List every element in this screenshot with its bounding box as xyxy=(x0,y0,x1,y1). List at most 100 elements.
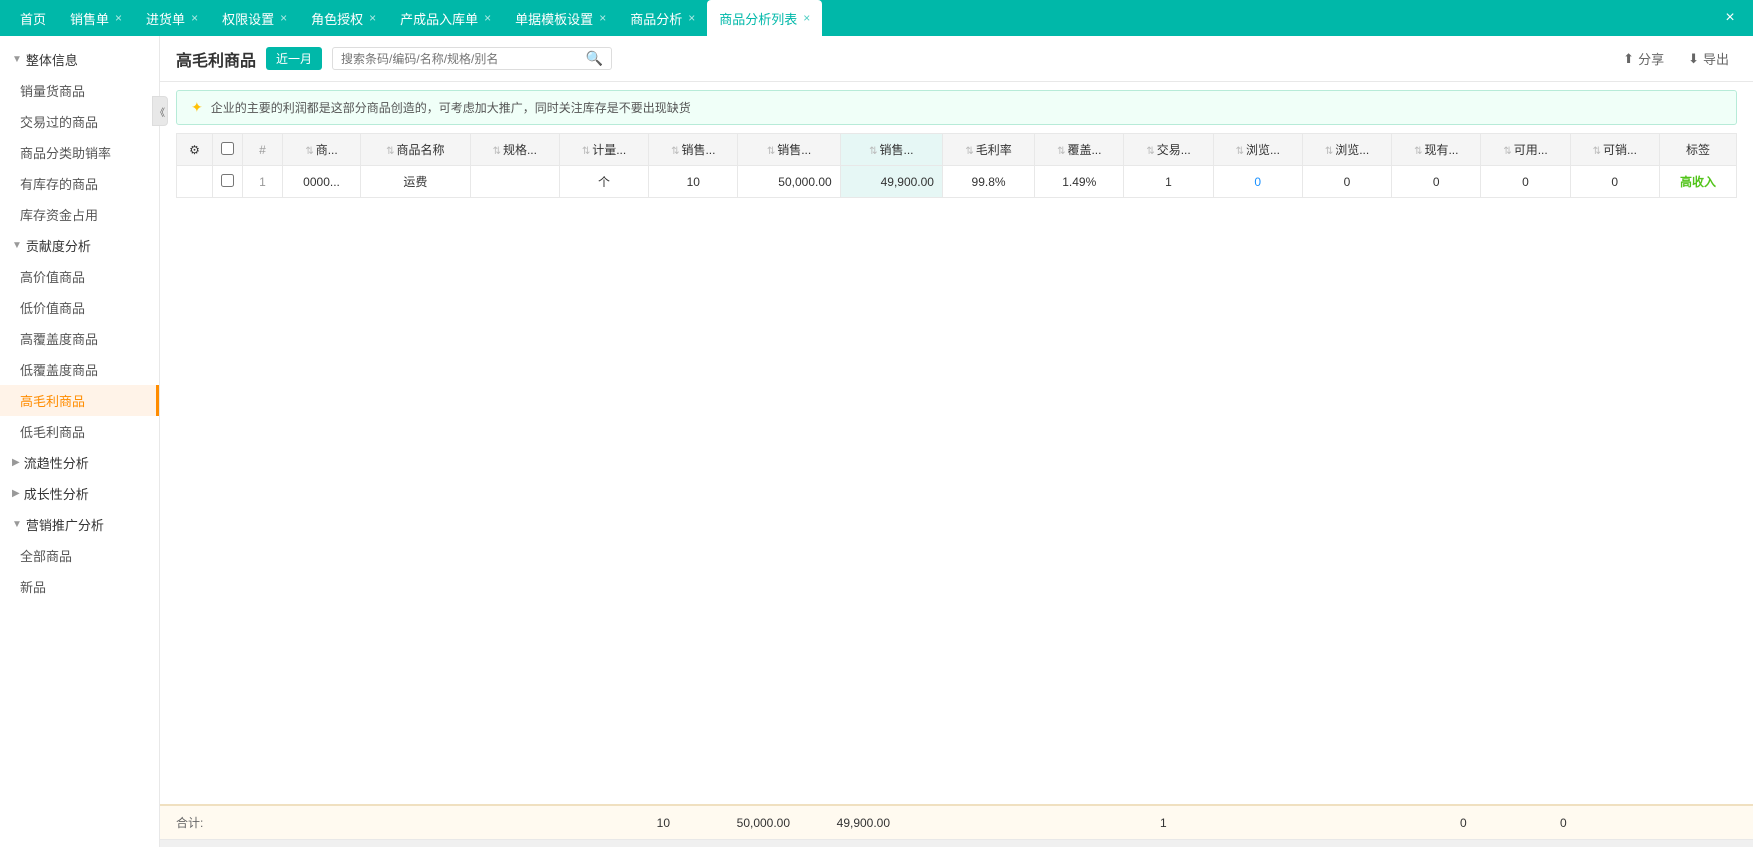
nav-role[interactable]: 角色授权 × xyxy=(299,0,388,36)
close-product-tab[interactable]: × xyxy=(484,11,491,25)
row-num: 1 xyxy=(243,166,283,198)
sidebar-item-high-margin[interactable]: 高毛利商品 xyxy=(0,385,159,416)
col-header-sales1[interactable]: ⇅销售... xyxy=(649,134,738,166)
data-table: ⚙ # ⇅商... ⇅商品名称 ⇅规格... ⇅计量... ⇅销售... ⇅销售… xyxy=(176,133,1737,198)
nav-template[interactable]: 单据模板设置 × xyxy=(503,0,618,36)
sidebar-item-high-coverage[interactable]: 高覆盖度商品 xyxy=(0,323,159,354)
row-browse2: 0 xyxy=(1302,166,1391,198)
row-code: 0000... xyxy=(283,166,361,198)
share-icon: ⬆ xyxy=(1623,51,1634,67)
row-browse1[interactable]: 0 xyxy=(1213,166,1302,198)
footer-current: 0 xyxy=(1423,816,1503,830)
row-saleable: 0 xyxy=(1570,166,1659,198)
share-button[interactable]: ⬆ 分享 xyxy=(1615,46,1672,71)
close-goods-analysis-list-tab[interactable]: × xyxy=(803,11,810,25)
footer-trade: 1 xyxy=(1123,816,1203,830)
col-header-gross[interactable]: ⇅毛利率 xyxy=(942,134,1034,166)
col-header-sales3[interactable]: ⇅销售... xyxy=(840,134,942,166)
sidebar: ▼ 整体信息 销量货商品 交易过的商品 商品分类助销率 有库存的商品 库存资金占… xyxy=(0,36,160,847)
close-permission-tab[interactable]: × xyxy=(280,11,287,25)
row-settings[interactable] xyxy=(177,166,213,198)
sidebar-item-low-value[interactable]: 低价值商品 xyxy=(0,292,159,323)
col-header-code[interactable]: ⇅商... xyxy=(283,134,361,166)
col-header-sales2[interactable]: ⇅销售... xyxy=(738,134,840,166)
col-header-trade[interactable]: ⇅交易... xyxy=(1124,134,1213,166)
sidebar-section-trend[interactable]: ▶ 流趋性分析 xyxy=(0,447,159,478)
nav-permission[interactable]: 权限设置 × xyxy=(210,0,299,36)
chevron-right-icon-2: ▶ xyxy=(12,488,20,499)
row-current: 0 xyxy=(1392,166,1481,198)
chevron-down-icon-3: ▼ xyxy=(12,519,22,530)
sidebar-item-sales-goods[interactable]: 销量货商品 xyxy=(0,75,159,106)
col-header-coverage[interactable]: ⇅覆盖... xyxy=(1035,134,1124,166)
sidebar-item-high-value[interactable]: 高价值商品 xyxy=(0,261,159,292)
col-header-name[interactable]: ⇅商品名称 xyxy=(361,134,471,166)
sidebar-item-category-sales-rate[interactable]: 商品分类助销率 xyxy=(0,137,159,168)
sidebar-collapse-button[interactable]: 《 xyxy=(152,96,168,126)
sidebar-section-overview[interactable]: ▼ 整体信息 xyxy=(0,44,159,75)
search-input[interactable] xyxy=(341,52,586,66)
window-close-button[interactable]: × xyxy=(1715,0,1745,36)
search-box: 🔍 xyxy=(332,47,612,70)
close-sales-tab[interactable]: × xyxy=(115,11,122,25)
sidebar-section-growth[interactable]: ▶ 成长性分析 xyxy=(0,478,159,509)
sidebar-item-stocked-goods[interactable]: 有库存的商品 xyxy=(0,168,159,199)
row-available: 0 xyxy=(1481,166,1570,198)
row-spec xyxy=(470,166,559,198)
table-wrapper: ⚙ # ⇅商... ⇅商品名称 ⇅规格... ⇅计量... ⇅销售... ⇅销售… xyxy=(160,133,1753,804)
sidebar-item-new-goods[interactable]: 新品 xyxy=(0,571,159,602)
chevron-right-icon: ▶ xyxy=(12,457,20,468)
close-goods-analysis-tab[interactable]: × xyxy=(688,11,695,25)
sidebar-section-contribution[interactable]: ▼ 贡献度分析 xyxy=(0,230,159,261)
rownum-col-header: # xyxy=(243,134,283,166)
close-role-tab[interactable]: × xyxy=(369,11,376,25)
row-gross-rate: 99.8% xyxy=(942,166,1034,198)
content-header: 高毛利商品 近一月 🔍 ⬆ 分享 ⬇ 导出 xyxy=(160,36,1753,82)
sidebar-section-marketing[interactable]: ▼ 营销推广分析 xyxy=(0,509,159,540)
nav-goods-analysis[interactable]: 商品分析 × xyxy=(618,0,707,36)
content-area: 高毛利商品 近一月 🔍 ⬆ 分享 ⬇ 导出 ✦ 企业的主要的利润都是这部分商品创… xyxy=(160,36,1753,847)
search-icon[interactable]: 🔍 xyxy=(586,50,603,67)
close-purchase-tab[interactable]: × xyxy=(191,11,198,25)
row-tag: 高收入 xyxy=(1659,166,1736,198)
col-header-tag[interactable]: 标签 xyxy=(1659,134,1736,166)
select-all-checkbox[interactable] xyxy=(221,142,234,155)
sidebar-item-all-goods[interactable]: 全部商品 xyxy=(0,540,159,571)
col-header-browse2[interactable]: ⇅浏览... xyxy=(1302,134,1391,166)
row-sales2: 50,000.00 xyxy=(738,166,840,198)
footer-sales2: 50,000.00 xyxy=(723,816,803,830)
nav-purchase[interactable]: 进货单 × xyxy=(134,0,210,36)
col-header-unit[interactable]: ⇅计量... xyxy=(559,134,648,166)
col-header-available[interactable]: ⇅可用... xyxy=(1481,134,1570,166)
row-checkbox[interactable] xyxy=(213,166,243,198)
sidebar-item-low-margin[interactable]: 低毛利商品 xyxy=(0,416,159,447)
export-button[interactable]: ⬇ 导出 xyxy=(1680,46,1737,71)
sidebar-item-low-coverage[interactable]: 低覆盖度商品 xyxy=(0,354,159,385)
info-banner: ✦ 企业的主要的利润都是这部分商品创造的，可考虑加大推广，同时关注库存是不要出现… xyxy=(176,90,1737,125)
checkbox-col-header[interactable] xyxy=(213,134,243,166)
sidebar-item-traded-goods[interactable]: 交易过的商品 xyxy=(0,106,159,137)
col-header-saleable[interactable]: ⇅可销... xyxy=(1570,134,1659,166)
footer-sales1: 10 xyxy=(623,816,703,830)
col-header-browse1[interactable]: ⇅浏览... xyxy=(1213,134,1302,166)
row-unit: 个 xyxy=(559,166,648,198)
row-sales1: 10 xyxy=(649,166,738,198)
col-header-current[interactable]: ⇅现有... xyxy=(1392,134,1481,166)
table-row: 1 0000... 运费 个 10 50,000.00 49,900.00 99… xyxy=(177,166,1737,198)
nav-goods-analysis-list[interactable]: 商品分析列表 × xyxy=(707,0,822,36)
horizontal-scrollbar[interactable] xyxy=(160,839,1753,847)
period-button[interactable]: 近一月 xyxy=(266,47,322,70)
nav-sales[interactable]: 销售单 × xyxy=(58,0,134,36)
page-title: 高毛利商品 xyxy=(176,47,256,71)
sidebar-item-inventory-capital[interactable]: 库存资金占用 xyxy=(0,199,159,230)
main-layout: ▼ 整体信息 销量货商品 交易过的商品 商品分类助销率 有库存的商品 库存资金占… xyxy=(0,36,1753,847)
row-sales3: 49,900.00 xyxy=(840,166,942,198)
nav-home[interactable]: 首页 xyxy=(8,0,58,36)
close-template-tab[interactable]: × xyxy=(599,11,606,25)
col-header-spec[interactable]: ⇅规格... xyxy=(470,134,559,166)
row-coverage: 1.49% xyxy=(1035,166,1124,198)
settings-col-header[interactable]: ⚙ xyxy=(177,134,213,166)
nav-product-inbound[interactable]: 产成品入库单 × xyxy=(388,0,503,36)
row-trade: 1 xyxy=(1124,166,1213,198)
info-icon: ✦ xyxy=(191,99,203,116)
